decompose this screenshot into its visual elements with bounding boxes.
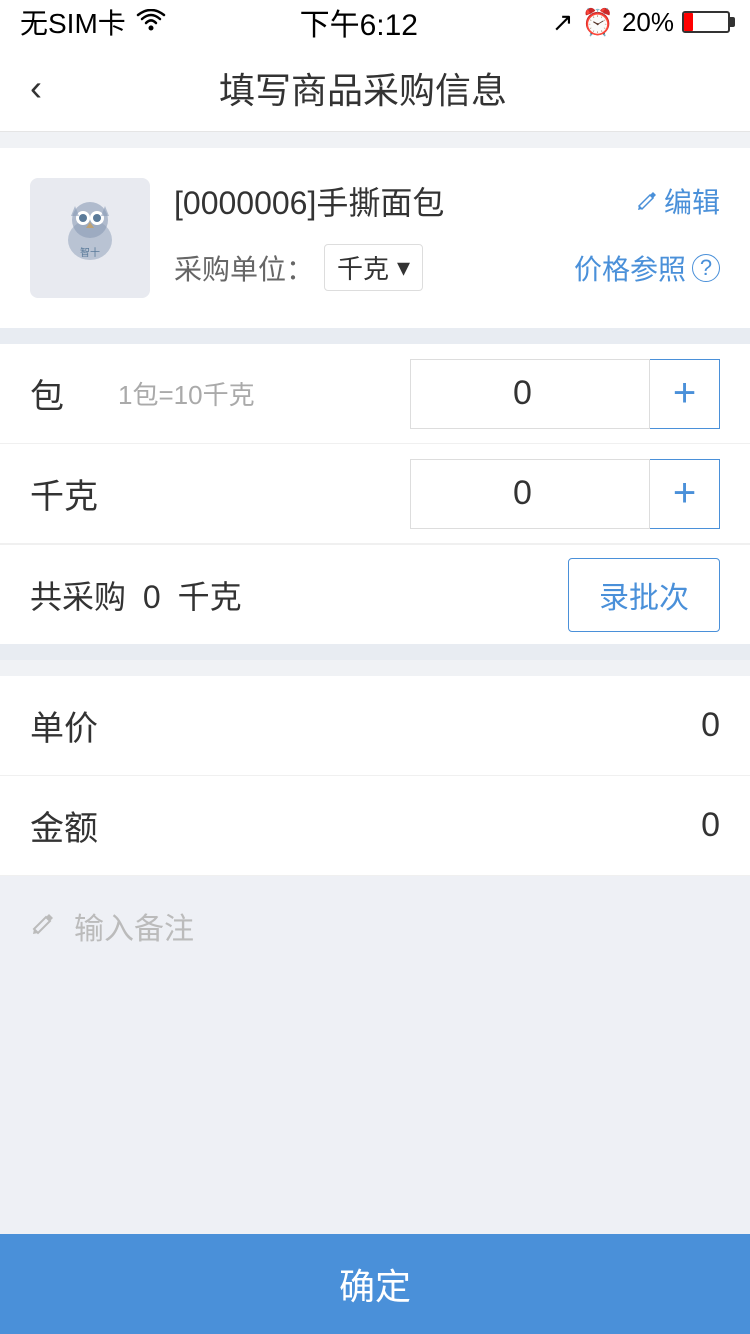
divider-1 [0, 328, 750, 344]
kg-input-row: 千克 + [0, 444, 750, 544]
unit-select[interactable]: 千克 ▾ [324, 244, 423, 291]
notes-placeholder: 输入备注 [74, 904, 194, 948]
unit-price-row: 单价 0 [0, 676, 750, 776]
page-title: 填写商品采购信息 [62, 62, 664, 114]
purchase-unit-row: 采购单位： 千克 ▾ 价格参照 ? [174, 244, 720, 291]
product-name: [0000006]手撕面包 [174, 178, 444, 224]
product-details: [0000006]手撕面包 编辑 采购单位： 千克 ▾ 价格参照 [174, 178, 720, 291]
info-section: 单价 0 金额 0 [0, 676, 750, 876]
package-number-input[interactable] [410, 359, 650, 429]
dropdown-arrow-icon: ▾ [397, 252, 410, 283]
package-sublabel: 1包=10千克 [118, 375, 255, 412]
unit-price-label: 单价 [30, 701, 98, 750]
kg-input-group: + [410, 459, 720, 529]
purchase-unit-label: 采购单位： [174, 248, 314, 288]
price-ref-button[interactable]: 价格参照 ? [574, 248, 720, 288]
product-logo: 智十 [55, 198, 125, 278]
package-plus-button[interactable]: + [650, 359, 720, 429]
svg-text:智十: 智十 [80, 246, 100, 259]
status-left: 无SIM卡 [20, 2, 166, 42]
kg-label: 千克 [30, 469, 110, 518]
confirm-button[interactable]: 确定 [0, 1234, 750, 1334]
status-time: 下午6:12 [300, 0, 418, 44]
kg-plus-button[interactable]: + [650, 459, 720, 529]
amount-label: 金额 [30, 801, 98, 850]
product-section: 智十 [0000006]手撕面包 编辑 采购单位： 千克 [0, 148, 750, 328]
package-label: 包 [30, 369, 110, 418]
carrier-label: 无SIM卡 [20, 2, 126, 42]
notes-section[interactable]: 输入备注 [0, 876, 750, 976]
package-input-row: 包 1包=10千克 + [0, 344, 750, 444]
record-batch-button[interactable]: 录批次 [568, 558, 720, 632]
location-icon: ↗ [552, 7, 574, 38]
pencil-icon [30, 909, 58, 944]
product-name-row: [0000006]手撕面包 编辑 [174, 178, 720, 224]
back-button[interactable]: ‹ [30, 67, 42, 109]
alarm-icon: ⏰ [582, 7, 614, 38]
nav-bar: ‹ 填写商品采购信息 [0, 44, 750, 132]
summary-row: 共采购 0 千克 录批次 [0, 544, 750, 644]
wifi-icon [136, 6, 166, 38]
help-icon: ? [692, 254, 720, 282]
edit-button[interactable]: 编辑 [636, 181, 720, 221]
summary-text: 共采购 0 千克 [30, 572, 242, 618]
battery-icon [682, 11, 730, 33]
kg-number-input[interactable] [410, 459, 650, 529]
status-bar: 无SIM卡 下午6:12 ↗ ⏰ 20% [0, 0, 750, 44]
amount-row: 金额 0 [0, 776, 750, 876]
unit-price-value: 0 [701, 706, 720, 745]
battery-percent: 20% [622, 7, 674, 38]
input-section: 包 1包=10千克 + 千克 + 共采购 0 千克 录批次 [0, 344, 750, 644]
package-input-group: + [410, 359, 720, 429]
content-area [0, 976, 750, 1276]
product-image: 智十 [30, 178, 150, 298]
amount-value: 0 [701, 806, 720, 845]
status-right: ↗ ⏰ 20% [552, 7, 730, 38]
unit-selector-group: 采购单位： 千克 ▾ [174, 244, 423, 291]
divider-2 [0, 644, 750, 660]
